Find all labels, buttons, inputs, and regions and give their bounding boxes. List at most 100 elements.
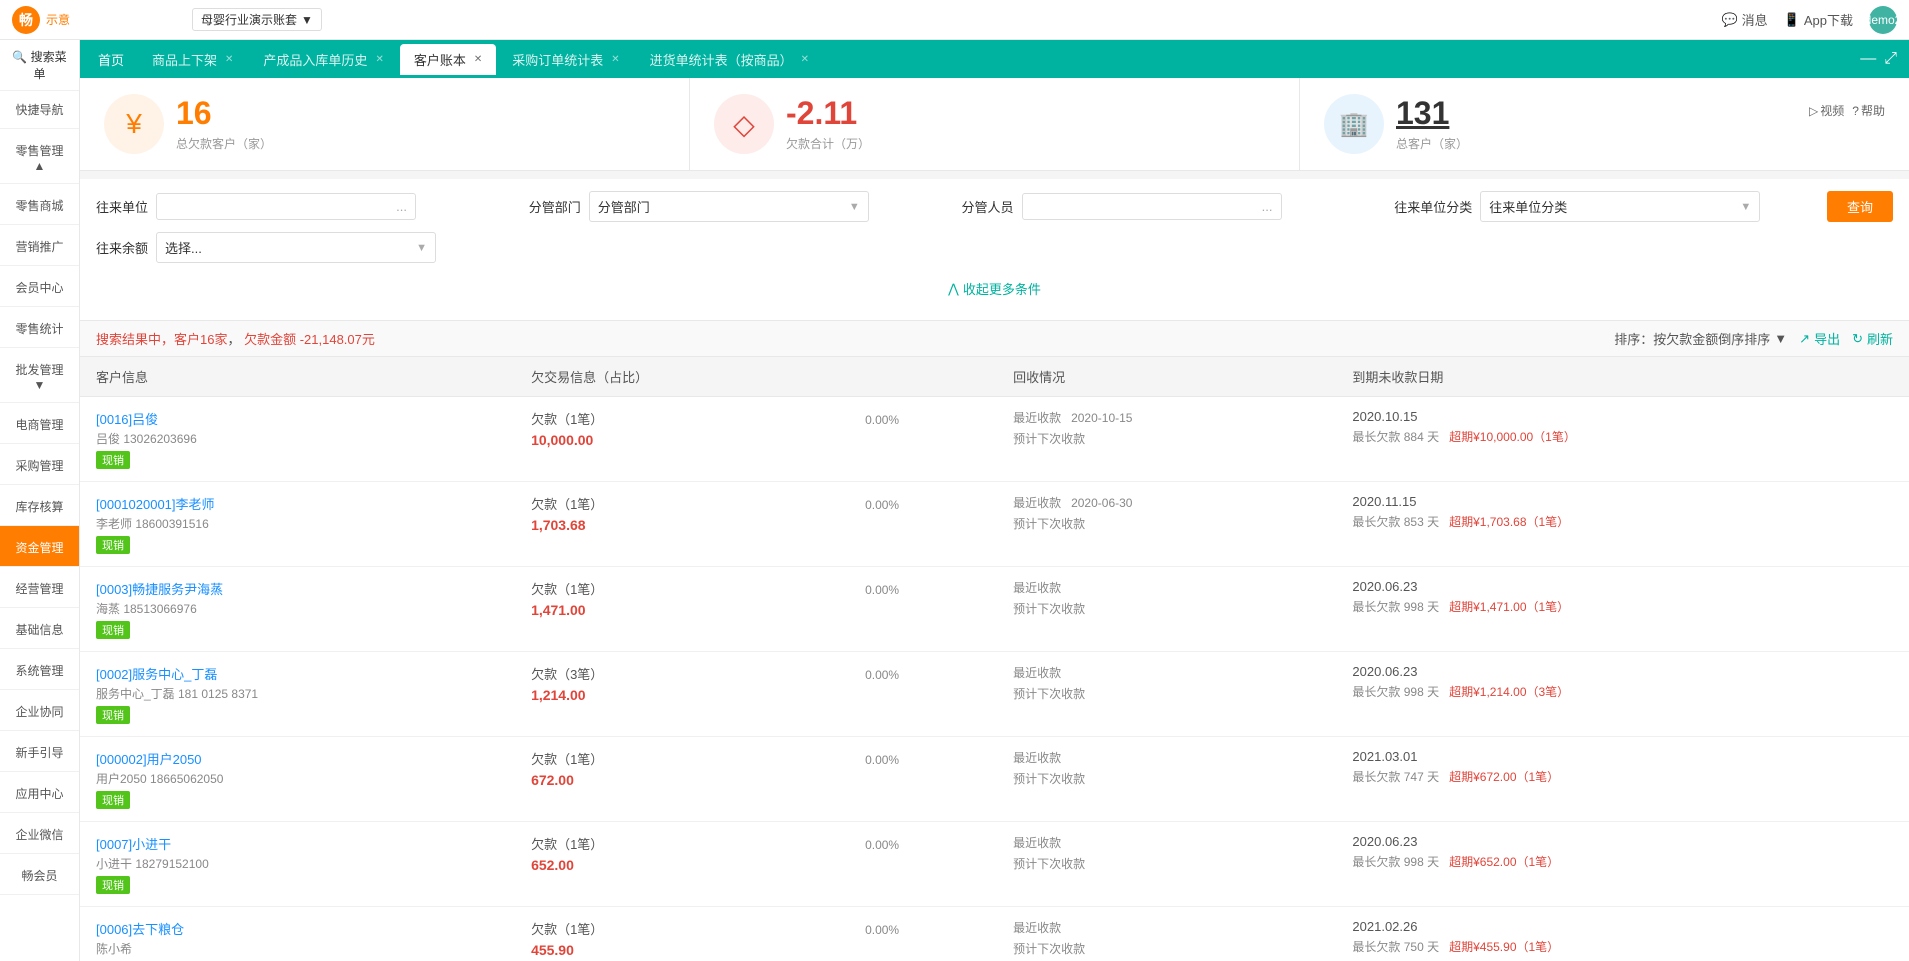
stat-card-3-actions: ▷ 视频 ? 帮助 bbox=[1809, 102, 1885, 119]
user-avatar-btn[interactable]: demo2 bbox=[1869, 6, 1897, 34]
overdue-link-2[interactable]: 超期¥1,471.00（1笔） bbox=[1449, 600, 1569, 614]
sidebar-item-ecommerce[interactable]: 电商管理 bbox=[0, 403, 79, 444]
overdue-link-1[interactable]: 超期¥1,703.68（1笔） bbox=[1449, 515, 1569, 529]
collapse-btn[interactable]: ⋀ 收起更多条件 bbox=[96, 273, 1893, 304]
customer-name-link-5[interactable]: [0007]小进干 bbox=[96, 837, 171, 852]
tab-close-product-inbound[interactable]: ✕ bbox=[375, 54, 383, 65]
recovery-label-0: 最近收款 2020-10-15 bbox=[1013, 409, 1320, 426]
message-icon: 💬 bbox=[1721, 12, 1737, 28]
sidebar-label-operations: 经营管理 bbox=[4, 580, 75, 597]
overdue-link-5[interactable]: 超期¥652.00（1笔） bbox=[1449, 855, 1559, 869]
sidebar-item-newbie[interactable]: 新手引导 bbox=[0, 731, 79, 772]
tab-close-customer-account[interactable]: ✕ bbox=[474, 54, 482, 65]
overdue-link-3[interactable]: 超期¥1,214.00（3笔） bbox=[1449, 685, 1569, 699]
sidebar-item-enterprise-wx[interactable]: 企业微信 bbox=[0, 813, 79, 854]
customer-name-link-6[interactable]: [0006]去下粮仓 bbox=[96, 922, 184, 937]
sidebar-label-ecommerce: 电商管理 bbox=[4, 416, 75, 433]
sidebar-label-basic-info: 基础信息 bbox=[4, 621, 75, 638]
customer-name-link-3[interactable]: [0002]服务中心_丁磊 bbox=[96, 667, 217, 682]
tab-close-purchase-stat[interactable]: ✕ bbox=[611, 54, 619, 65]
overdue-link-0[interactable]: 超期¥10,000.00（1笔） bbox=[1449, 430, 1576, 444]
help-btn[interactable]: ? 帮助 bbox=[1852, 102, 1885, 119]
cell-debt-pct-5: 0.00% bbox=[849, 822, 997, 907]
customer-contact-6: 陈小希 bbox=[96, 940, 499, 957]
tab-minimize-btn[interactable]: — bbox=[1860, 50, 1876, 68]
filter-select-category[interactable]: 往来单位分类 ▼ bbox=[1480, 191, 1760, 222]
tab-close-inbound-stat[interactable]: ✕ bbox=[801, 54, 809, 65]
message-btn[interactable]: 💬 消息 bbox=[1721, 10, 1767, 29]
stat-label-3: 总客户（家） bbox=[1396, 135, 1468, 152]
sidebar-label-app-center: 应用中心 bbox=[4, 785, 75, 802]
sidebar-item-vip-member[interactable]: 畅会员 bbox=[0, 854, 79, 895]
recovery-next-4: 预计下次收款 bbox=[1013, 770, 1320, 787]
sidebar-item-retail-mall[interactable]: 零售商城 bbox=[0, 184, 79, 225]
sidebar-item-basic-info[interactable]: 基础信息 bbox=[0, 608, 79, 649]
sidebar-item-operations[interactable]: 经营管理 bbox=[0, 567, 79, 608]
tab-product-onoff[interactable]: 商品上下架 ✕ bbox=[138, 44, 247, 75]
tab-product-inbound[interactable]: 产成品入库单历史 ✕ bbox=[249, 44, 397, 75]
export-btn[interactable]: ↗ 导出 bbox=[1799, 329, 1840, 348]
sidebar-label-finance: 资金管理 bbox=[4, 539, 75, 556]
store-selector[interactable]: 母婴行业演示账套 ▼ bbox=[192, 8, 322, 31]
app-download-btn[interactable]: 📱 App下载 bbox=[1784, 10, 1853, 29]
overdue-link-6[interactable]: 超期¥455.90（1笔） bbox=[1449, 940, 1559, 954]
stat-label-2: 欠款合计（万） bbox=[786, 135, 870, 152]
result-debt-total: 欠款金额 -21,148.07元 bbox=[244, 332, 375, 347]
cell-debt-0: 欠款（1笔） 10,000.00 bbox=[515, 397, 849, 482]
overdue-days-4: 最长欠款 747 天 超期¥672.00（1笔） bbox=[1352, 768, 1893, 785]
tab-home[interactable]: 首页 bbox=[84, 44, 138, 75]
sidebar-item-marketing[interactable]: 营销推广 bbox=[0, 225, 79, 266]
filter-input-unit[interactable]: ... bbox=[156, 193, 416, 220]
page-inner: ¥ 16 总欠款客户（家） ◇ -2.1 bbox=[80, 78, 1909, 961]
sidebar-item-purchase[interactable]: 采购管理 bbox=[0, 444, 79, 485]
cell-debt-6: 欠款（1笔） 455.90 bbox=[515, 907, 849, 961]
overdue-link-4[interactable]: 超期¥672.00（1笔） bbox=[1449, 770, 1559, 784]
sidebar-item-inventory[interactable]: 库存核算 bbox=[0, 485, 79, 526]
col-header-customer: 客户信息 bbox=[80, 357, 515, 397]
filter-select-dept[interactable]: 分管部门 ▼ bbox=[589, 191, 869, 222]
cell-recovery-6: 最近收款 预计下次收款 bbox=[997, 907, 1336, 961]
tab-purchase-stat[interactable]: 采购订单统计表 ✕ bbox=[498, 44, 633, 75]
customer-name-link-2[interactable]: [0003]畅捷服务尹海蒸 bbox=[96, 582, 223, 597]
table-row: [0002]服务中心_丁磊 服务中心_丁磊 181 0125 8371 现销 欠… bbox=[80, 652, 1909, 737]
tab-customer-account[interactable]: 客户账本 ✕ bbox=[400, 44, 496, 75]
tab-close-product-onoff[interactable]: ✕ bbox=[225, 54, 233, 65]
sort-btn[interactable]: 排序：按欠款金额倒序排序 ▼ bbox=[1614, 329, 1787, 348]
cell-overdue-6: 2021.02.26 最长欠款 750 天 超期¥455.90（1笔） bbox=[1336, 907, 1909, 961]
refresh-btn[interactable]: ↻ 刷新 bbox=[1852, 329, 1893, 348]
sidebar-item-member[interactable]: 会员中心 bbox=[0, 266, 79, 307]
sidebar-item-batch-mgmt[interactable]: 批发管理 ▼ bbox=[0, 348, 79, 403]
filter-select-balance[interactable]: 选择... ▼ bbox=[156, 232, 436, 263]
cell-overdue-2: 2020.06.23 最长欠款 998 天 超期¥1,471.00（1笔） bbox=[1336, 567, 1909, 652]
tab-inbound-stat[interactable]: 进货单统计表（按商品） ✕ bbox=[636, 44, 823, 75]
sidebar-item-nav[interactable]: 快捷导航 bbox=[0, 91, 79, 129]
search-button[interactable]: 查询 bbox=[1827, 191, 1893, 222]
debt-percent-6: 0.00% bbox=[865, 923, 981, 937]
customer-name-link-1[interactable]: [0001020001]李老师 bbox=[96, 497, 215, 512]
overdue-date-2: 2020.06.23 bbox=[1352, 579, 1893, 594]
customer-name-link-0[interactable]: [0016]吕俊 bbox=[96, 412, 158, 427]
sidebar-item-enterprise[interactable]: 企业协同 bbox=[0, 690, 79, 731]
filter-unit-dots: ... bbox=[396, 199, 407, 214]
debt-percent-3: 0.00% bbox=[865, 668, 981, 682]
filter-input-person[interactable]: ... bbox=[1022, 193, 1282, 220]
video-btn[interactable]: ▷ 视频 bbox=[1809, 102, 1844, 119]
table-row: [0003]畅捷服务尹海蒸 海蒸 18513066976 现销 欠款（1笔） 1… bbox=[80, 567, 1909, 652]
sidebar-item-retail-mgmt[interactable]: 零售管理 ▲ bbox=[0, 129, 79, 184]
filter-group-unit: 往来单位 ... bbox=[96, 193, 517, 220]
sidebar-search[interactable]: 🔍 搜索菜单 bbox=[0, 40, 79, 91]
page-content: ¥ 16 总欠款客户（家） ◇ -2.1 bbox=[80, 78, 1909, 961]
table-header: 客户信息 欠交易信息（占比） 回收情况 到期未收款日期 bbox=[80, 357, 1909, 397]
building-icon: 🏢 bbox=[1339, 110, 1369, 139]
result-bar: 搜索结果中，客户16家， 欠款金额 -21,148.07元 排序：按欠款金额倒序… bbox=[80, 320, 1909, 357]
sidebar-item-finance[interactable]: 资金管理 bbox=[0, 526, 79, 567]
sidebar-item-system[interactable]: 系统管理 bbox=[0, 649, 79, 690]
tab-expand-btn[interactable]: ⤢ bbox=[1884, 50, 1897, 68]
customer-name-link-4[interactable]: [000002]用户2050 bbox=[96, 752, 202, 767]
sidebar-label-member: 会员中心 bbox=[4, 279, 75, 296]
content-area: 首页 商品上下架 ✕ 产成品入库单历史 ✕ 客户账本 ✕ 采购订单统计表 ✕ bbox=[80, 40, 1909, 961]
table-row: [0007]小进干 小进干 18279152100 现销 欠款（1笔） 652.… bbox=[80, 822, 1909, 907]
overdue-date-4: 2021.03.01 bbox=[1352, 749, 1893, 764]
sidebar-item-app-center[interactable]: 应用中心 bbox=[0, 772, 79, 813]
sidebar-item-retail-stat[interactable]: 零售统计 bbox=[0, 307, 79, 348]
